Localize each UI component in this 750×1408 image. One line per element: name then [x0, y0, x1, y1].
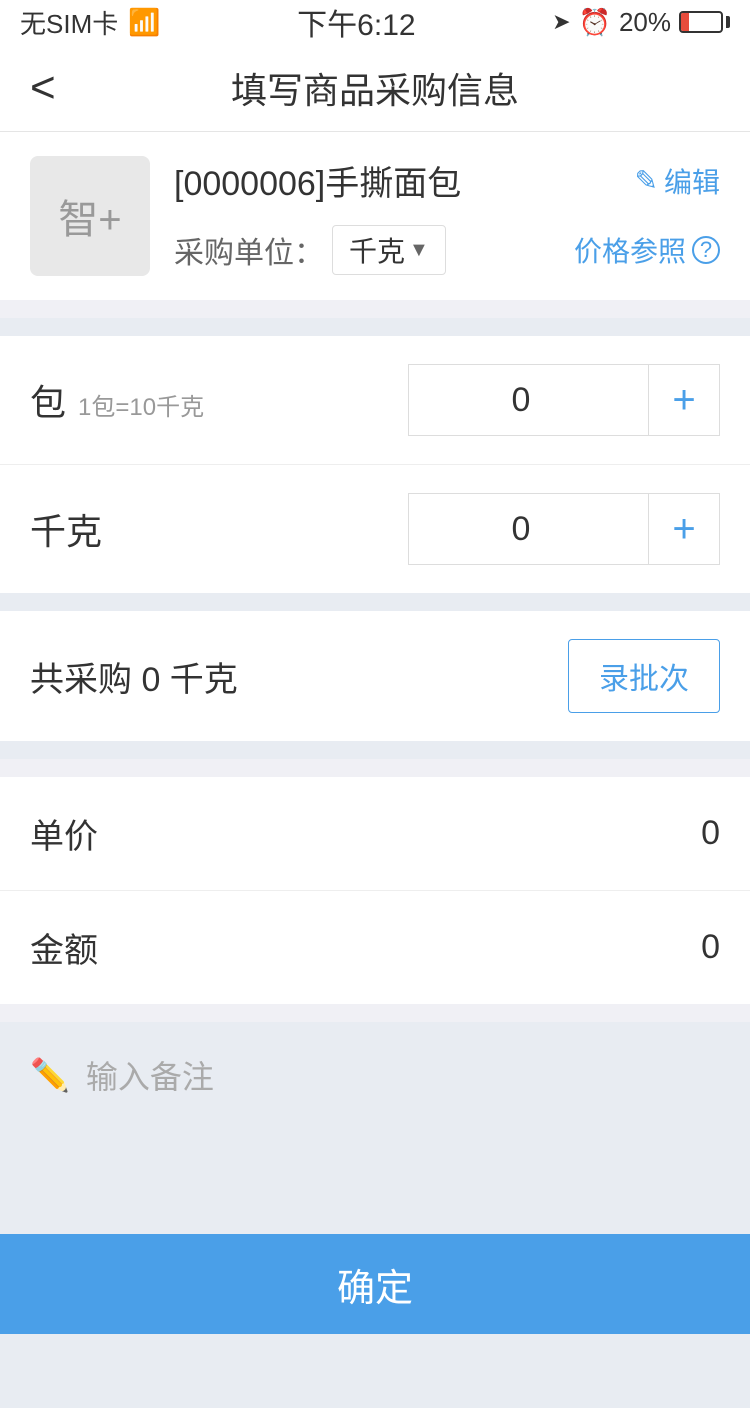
edit-icon: ✎: [635, 164, 658, 197]
quantity-input-bao[interactable]: [408, 364, 648, 436]
location-icon: ➤: [552, 9, 570, 35]
quantity-input-group-bao: +: [210, 364, 720, 436]
batch-button[interactable]: 录批次: [568, 639, 720, 713]
product-info: [0000006]手撕面包 ✎ 编辑 采购单位： 千克 ▼ 价格参照 ?: [174, 156, 720, 275]
unit-selector-group: 采购单位： 千克 ▼: [174, 225, 446, 275]
product-image: 智+: [30, 156, 150, 276]
remark-placeholder: 输入备注: [86, 1052, 214, 1098]
battery-percentage: 20%: [619, 7, 671, 38]
quantity-unit-bao-sub: 1包=10千克: [78, 387, 204, 422]
unit-price-label: 单价: [30, 809, 98, 858]
battery-icon: [679, 11, 730, 33]
quantity-plus-bao[interactable]: +: [648, 364, 720, 436]
edit-label: 编辑: [664, 161, 720, 201]
status-right: ➤ ⏰ 20%: [552, 7, 730, 38]
unit-price-value: 0: [701, 814, 720, 853]
divider-3: [0, 741, 750, 759]
product-section: 智+ [0000006]手撕面包 ✎ 编辑 采购单位： 千克 ▼ 价格参照 ?: [0, 132, 750, 300]
quantity-label-bao: 包 1包=10千克: [30, 374, 210, 426]
quantity-section: 包 1包=10千克 + 千克 +: [0, 336, 750, 593]
unit-dropdown-arrow: ▼: [409, 239, 429, 262]
remark-section[interactable]: ✏️ 输入备注: [0, 1022, 750, 1128]
quantity-input-kg[interactable]: [408, 493, 648, 565]
amount-label: 金额: [30, 923, 98, 972]
status-left: 无SIM卡 📶: [20, 4, 161, 41]
divider-2: [0, 593, 750, 611]
carrier-text: 无SIM卡: [20, 4, 118, 41]
quantity-row-kg: 千克 +: [0, 465, 750, 593]
product-unit-row: 采购单位： 千克 ▼ 价格参照 ?: [174, 225, 720, 275]
quantity-row-bao: 包 1包=10千克 +: [0, 336, 750, 465]
status-time: 下午6:12: [297, 0, 415, 44]
price-section: 单价 0 金额 0: [0, 777, 750, 1004]
product-name: [0000006]手撕面包: [174, 156, 461, 205]
edit-button[interactable]: ✎ 编辑: [635, 161, 720, 201]
amount-value: 0: [701, 928, 720, 967]
pencil-icon: ✏️: [30, 1056, 70, 1094]
unit-label: 采购单位：: [174, 228, 324, 272]
confirm-button[interactable]: 确定: [0, 1234, 750, 1334]
quantity-input-group-kg: +: [210, 493, 720, 565]
product-header: [0000006]手撕面包 ✎ 编辑: [174, 156, 720, 205]
back-button[interactable]: <: [30, 66, 76, 110]
unit-select[interactable]: 千克 ▼: [332, 225, 446, 275]
quantity-plus-kg[interactable]: +: [648, 493, 720, 565]
divider-1: [0, 318, 750, 336]
nav-bar: < 填写商品采购信息: [0, 44, 750, 132]
unit-price-row: 单价 0: [0, 777, 750, 891]
product-image-label: 智+: [58, 187, 121, 245]
total-label: 共采购 0 千克: [30, 652, 238, 701]
wifi-icon: 📶: [128, 7, 160, 38]
total-row: 共采购 0 千克 录批次: [0, 611, 750, 741]
quantity-unit-kg: 千克: [30, 503, 102, 555]
amount-row: 金额 0: [0, 891, 750, 1004]
alarm-icon: ⏰: [579, 7, 611, 38]
price-ref-label: 价格参照: [574, 230, 686, 270]
quantity-label-kg: 千克: [30, 503, 210, 555]
page-title: 填写商品采购信息: [231, 62, 519, 114]
price-reference-button[interactable]: 价格参照 ?: [574, 230, 720, 270]
status-bar: 无SIM卡 📶 下午6:12 ➤ ⏰ 20%: [0, 0, 750, 44]
unit-value: 千克: [349, 230, 405, 270]
quantity-unit-bao: 包: [30, 374, 66, 426]
price-ref-info-icon: ?: [692, 236, 720, 264]
